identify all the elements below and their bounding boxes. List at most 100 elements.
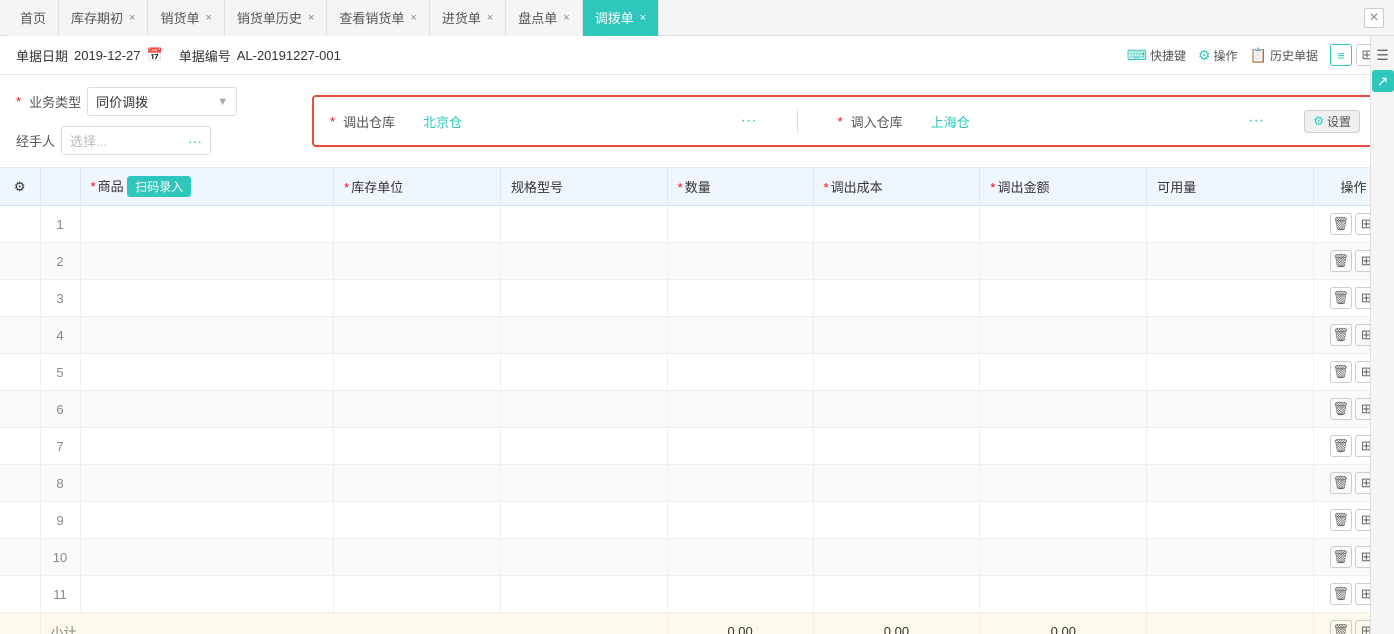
row-cost-cell[interactable] bbox=[813, 391, 980, 428]
row-unit-cell[interactable] bbox=[334, 354, 501, 391]
layout-list-button[interactable]: ≡ bbox=[1330, 44, 1352, 66]
row-cost-cell[interactable] bbox=[813, 354, 980, 391]
transfer-in-dots-icon[interactable]: ··· bbox=[1248, 112, 1264, 130]
sidebar-list-icon[interactable]: ☰ bbox=[1372, 44, 1394, 66]
row-amount-cell[interactable] bbox=[980, 317, 1147, 354]
row-cost-cell[interactable] bbox=[813, 280, 980, 317]
operations-button[interactable]: ⚙ 操作 bbox=[1198, 47, 1238, 64]
row-amount-cell[interactable] bbox=[980, 354, 1147, 391]
row-cost-cell[interactable] bbox=[813, 243, 980, 280]
row-available-cell[interactable] bbox=[1147, 354, 1314, 391]
row-delete-button[interactable]: 🗑 bbox=[1330, 398, 1352, 420]
row-available-cell[interactable] bbox=[1147, 391, 1314, 428]
row-spec-cell[interactable] bbox=[500, 243, 667, 280]
tab-view-sales-close[interactable]: × bbox=[410, 12, 416, 24]
shortcuts-button[interactable]: ⌨ 快捷键 bbox=[1127, 47, 1186, 64]
row-cost-cell[interactable] bbox=[813, 539, 980, 576]
row-unit-cell[interactable] bbox=[334, 206, 501, 243]
row-delete-button[interactable]: 🗑 bbox=[1330, 509, 1352, 531]
row-delete-button[interactable]: 🗑 bbox=[1330, 250, 1352, 272]
row-goods-cell[interactable] bbox=[80, 391, 334, 428]
row-goods-cell[interactable] bbox=[80, 576, 334, 613]
tab-inventory-init[interactable]: 库存期初 × bbox=[59, 0, 148, 36]
row-goods-cell[interactable] bbox=[80, 428, 334, 465]
row-qty-cell[interactable] bbox=[667, 354, 813, 391]
row-qty-cell[interactable] bbox=[667, 465, 813, 502]
row-spec-cell[interactable] bbox=[500, 539, 667, 576]
th-gear[interactable]: ⚙ bbox=[0, 168, 40, 206]
tab-sales-order-close[interactable]: × bbox=[205, 12, 211, 24]
row-amount-cell[interactable] bbox=[980, 391, 1147, 428]
row-unit-cell[interactable] bbox=[334, 465, 501, 502]
row-amount-cell[interactable] bbox=[980, 206, 1147, 243]
row-delete-button[interactable]: 🗑 bbox=[1330, 435, 1352, 457]
row-goods-cell[interactable] bbox=[80, 280, 334, 317]
scan-btn[interactable]: 扫码录入 bbox=[127, 176, 191, 197]
tab-purchase-order[interactable]: 进货单 × bbox=[430, 0, 506, 36]
row-delete-button[interactable]: 🗑 bbox=[1330, 472, 1352, 494]
row-spec-cell[interactable] bbox=[500, 317, 667, 354]
row-cost-cell[interactable] bbox=[813, 206, 980, 243]
row-unit-cell[interactable] bbox=[334, 576, 501, 613]
tab-sales-order[interactable]: 销货单 × bbox=[148, 0, 224, 36]
row-unit-cell[interactable] bbox=[334, 317, 501, 354]
row-cost-cell[interactable] bbox=[813, 428, 980, 465]
business-type-value[interactable]: 同价调拨 ▼ bbox=[87, 87, 237, 116]
row-qty-cell[interactable] bbox=[667, 243, 813, 280]
row-qty-cell[interactable] bbox=[667, 576, 813, 613]
row-goods-cell[interactable] bbox=[80, 502, 334, 539]
row-spec-cell[interactable] bbox=[500, 428, 667, 465]
tab-stocktake[interactable]: 盘点单 × bbox=[506, 0, 582, 36]
row-available-cell[interactable] bbox=[1147, 465, 1314, 502]
row-delete-button[interactable]: 🗑 bbox=[1330, 546, 1352, 568]
row-available-cell[interactable] bbox=[1147, 428, 1314, 465]
row-spec-cell[interactable] bbox=[500, 354, 667, 391]
sidebar-export-icon[interactable]: ↗ bbox=[1372, 70, 1394, 92]
row-spec-cell[interactable] bbox=[500, 465, 667, 502]
tab-home[interactable]: 首页 bbox=[8, 0, 59, 36]
tab-sales-history-close[interactable]: × bbox=[308, 12, 314, 24]
row-available-cell[interactable] bbox=[1147, 539, 1314, 576]
row-qty-cell[interactable] bbox=[667, 539, 813, 576]
row-cost-cell[interactable] bbox=[813, 576, 980, 613]
tab-view-sales[interactable]: 查看销货单 × bbox=[327, 0, 429, 36]
row-available-cell[interactable] bbox=[1147, 280, 1314, 317]
row-qty-cell[interactable] bbox=[667, 391, 813, 428]
row-spec-cell[interactable] bbox=[500, 391, 667, 428]
row-cost-cell[interactable] bbox=[813, 317, 980, 354]
row-unit-cell[interactable] bbox=[334, 502, 501, 539]
row-goods-cell[interactable] bbox=[80, 206, 334, 243]
tab-stocktake-close[interactable]: × bbox=[563, 12, 569, 24]
row-available-cell[interactable] bbox=[1147, 243, 1314, 280]
row-goods-cell[interactable] bbox=[80, 465, 334, 502]
row-qty-cell[interactable] bbox=[667, 428, 813, 465]
tab-transfer[interactable]: 调拨单 × bbox=[583, 0, 659, 36]
transfer-out-dots-icon[interactable]: ··· bbox=[741, 112, 757, 130]
row-unit-cell[interactable] bbox=[334, 539, 501, 576]
row-amount-cell[interactable] bbox=[980, 539, 1147, 576]
calendar-icon[interactable]: 📅 bbox=[147, 47, 163, 63]
row-qty-cell[interactable] bbox=[667, 280, 813, 317]
row-delete-button[interactable]: 🗑 bbox=[1330, 361, 1352, 383]
row-spec-cell[interactable] bbox=[500, 502, 667, 539]
row-delete-button[interactable]: 🗑 bbox=[1330, 583, 1352, 605]
row-spec-cell[interactable] bbox=[500, 280, 667, 317]
handler-value[interactable]: 选择... ··· bbox=[61, 126, 211, 155]
row-goods-cell[interactable] bbox=[80, 354, 334, 391]
row-goods-cell[interactable] bbox=[80, 317, 334, 354]
row-delete-button[interactable]: 🗑 bbox=[1330, 324, 1352, 346]
row-available-cell[interactable] bbox=[1147, 317, 1314, 354]
tab-bar-close-button[interactable]: × bbox=[1364, 8, 1384, 28]
row-qty-cell[interactable] bbox=[667, 502, 813, 539]
row-amount-cell[interactable] bbox=[980, 428, 1147, 465]
row-delete-button[interactable]: 🗑 bbox=[1330, 287, 1352, 309]
row-unit-cell[interactable] bbox=[334, 280, 501, 317]
row-cost-cell[interactable] bbox=[813, 502, 980, 539]
row-spec-cell[interactable] bbox=[500, 206, 667, 243]
row-goods-cell[interactable] bbox=[80, 539, 334, 576]
row-available-cell[interactable] bbox=[1147, 576, 1314, 613]
row-delete-button[interactable]: 🗑 bbox=[1330, 213, 1352, 235]
row-amount-cell[interactable] bbox=[980, 576, 1147, 613]
row-unit-cell[interactable] bbox=[334, 391, 501, 428]
row-available-cell[interactable] bbox=[1147, 502, 1314, 539]
